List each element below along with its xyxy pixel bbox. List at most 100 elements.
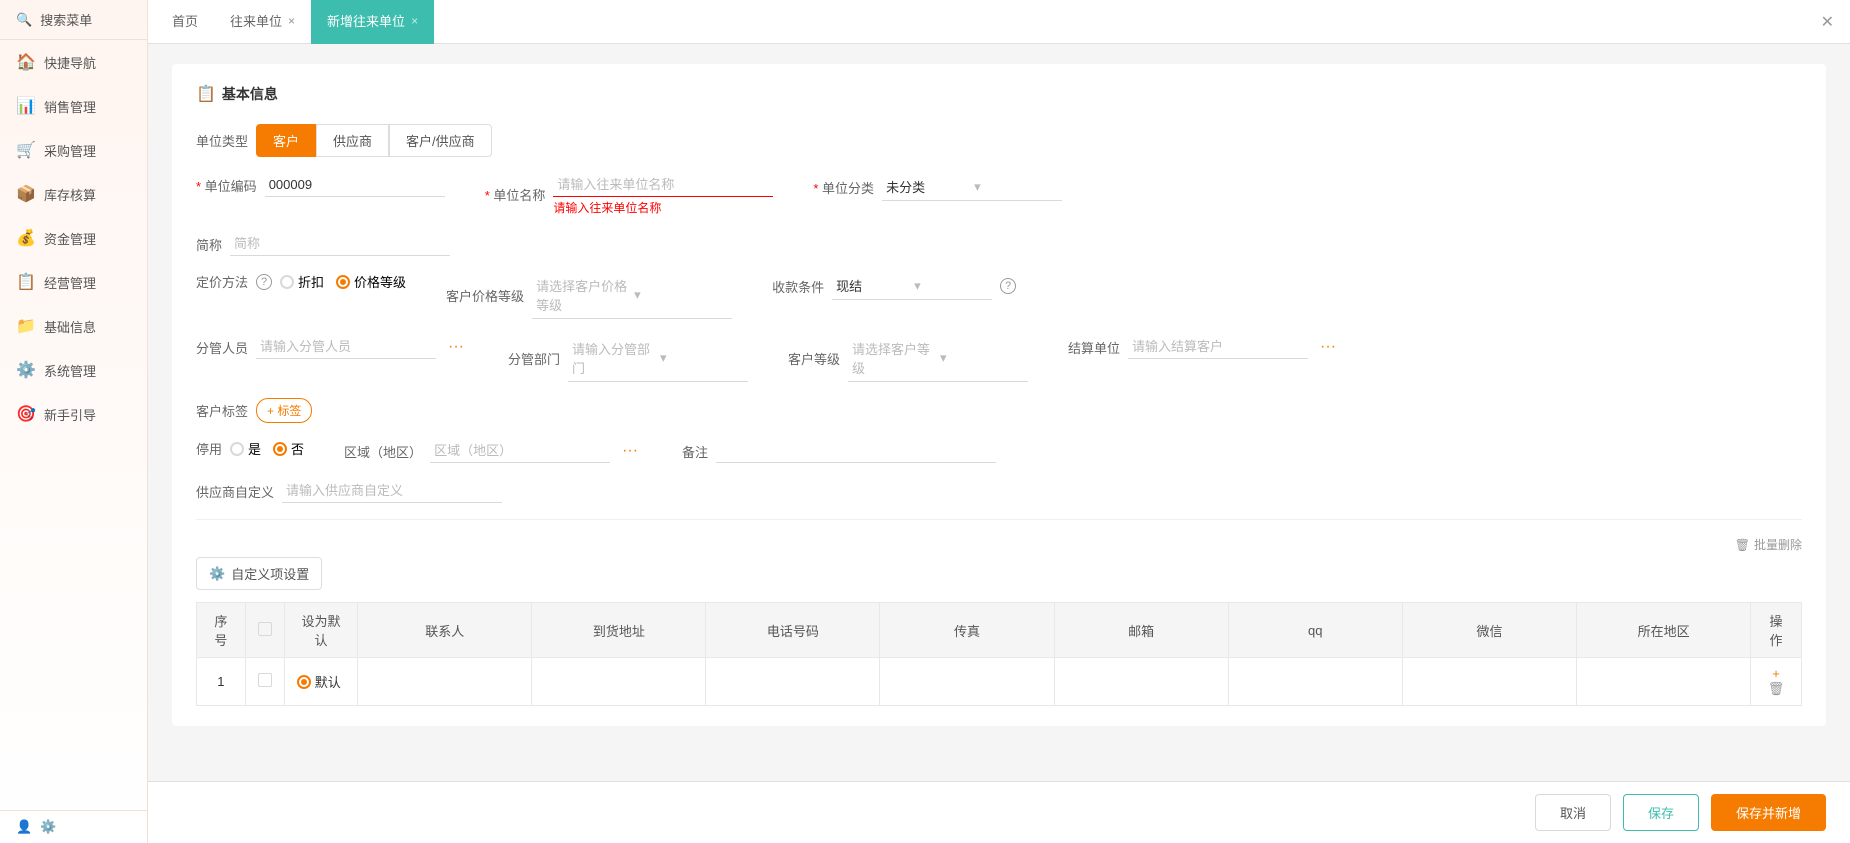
customer-level-select[interactable]: 请选择客户等级 ▾ — [848, 335, 1028, 382]
settlement-unit-input[interactable] — [1128, 335, 1308, 359]
row-fax[interactable] — [880, 658, 1054, 706]
sidebar-item-newbie[interactable]: 🎯新手引导 — [0, 392, 147, 436]
row-wechat[interactable] — [1402, 658, 1576, 706]
payment-condition-select[interactable]: 现结 ▾ — [832, 272, 992, 300]
disabled-yes-radio[interactable]: 是 — [230, 439, 261, 458]
custom-settings-button[interactable]: ⚙️ 自定义项设置 — [196, 557, 322, 590]
pricing-radio-level[interactable]: 价格等级 — [336, 272, 406, 291]
sidebar-item-purchase[interactable]: 🛒采购管理 — [0, 128, 147, 172]
abbr-input[interactable] — [230, 232, 450, 256]
basic-info-section: 📋 基本信息 单位类型 客户 供应商 客户/供应商 单位编码 — [172, 64, 1826, 726]
sidebar-item-finance[interactable]: 💰资金管理 — [0, 216, 147, 260]
type-btn-both[interactable]: 客户/供应商 — [389, 124, 492, 157]
save-and-new-button[interactable]: 保存并新增 — [1711, 794, 1826, 831]
row-phone[interactable] — [706, 658, 880, 706]
row-default: 默认 — [284, 658, 357, 706]
tab-bar: 首页往来单位×新增往来单位× ✕ — [148, 0, 1850, 44]
sidebar-search-label: 搜索菜单 — [40, 10, 92, 29]
table-header-10: 所在地区 — [1577, 603, 1751, 658]
add-tag-button[interactable]: + 标签 — [256, 398, 312, 423]
settings-icon: ⚙️ — [40, 819, 56, 835]
tab-home[interactable]: 首页 — [156, 0, 214, 44]
row-region-input[interactable] — [1589, 674, 1738, 689]
row-select-checkbox[interactable] — [258, 673, 272, 687]
wechat-input[interactable] — [1415, 674, 1564, 689]
save-button[interactable]: 保存 — [1623, 794, 1699, 831]
row-contact[interactable] — [358, 658, 532, 706]
supplier-custom-input[interactable] — [282, 479, 502, 503]
unit-category-select[interactable]: 未分类 ▾ — [882, 173, 1062, 201]
tab-new-partner[interactable]: 新增往来单位× — [311, 0, 434, 44]
type-btn-supplier[interactable]: 供应商 — [316, 124, 389, 157]
address-input[interactable] — [544, 674, 693, 689]
row-region[interactable] — [1577, 658, 1751, 706]
table-header-7: 邮箱 — [1054, 603, 1228, 658]
fax-input[interactable] — [892, 674, 1041, 689]
manager-input[interactable] — [256, 335, 436, 359]
contact-input[interactable] — [370, 674, 519, 689]
customer-tag-row: 客户标签 + 标签 — [196, 398, 1802, 423]
sidebar-item-inventory[interactable]: 📦库存核算 — [0, 172, 147, 216]
sidebar-search[interactable]: 🔍 搜索菜单 — [0, 0, 147, 40]
row-checkbox[interactable] — [245, 658, 284, 706]
qq-input[interactable] — [1241, 674, 1390, 689]
main-area: 首页往来单位×新增往来单位× ✕ 📋 基本信息 单位类型 客户 供应商 客户/供… — [148, 0, 1850, 843]
unit-code-input[interactable] — [265, 173, 445, 197]
batch-delete-area: 🗑 批量删除 — [196, 536, 1802, 553]
region-more-button[interactable]: ··· — [618, 442, 642, 460]
chevron-down-icon-2: ▾ — [634, 287, 728, 303]
sidebar-label-basic-info: 基础信息 — [44, 317, 96, 336]
unit-name-input[interactable] — [553, 173, 773, 197]
row-email[interactable] — [1054, 658, 1228, 706]
no-radio-label: 否 — [291, 439, 304, 458]
select-all-checkbox[interactable] — [258, 622, 272, 636]
customer-price-level-select[interactable]: 请选择客户价格等级 ▾ — [532, 272, 732, 319]
batch-delete-label[interactable]: 批量删除 — [1754, 536, 1802, 553]
sidebar-label-purchase: 采购管理 — [44, 141, 96, 160]
pricing-help-icon[interactable]: ? — [256, 274, 272, 290]
row-address[interactable] — [532, 658, 706, 706]
close-all-tabs-button[interactable]: ✕ — [1813, 8, 1842, 36]
yes-radio-circle — [230, 442, 244, 456]
tab-close-new-partner[interactable]: × — [411, 14, 418, 28]
unit-type-btn-group: 客户 供应商 客户/供应商 — [256, 124, 492, 157]
phone-input[interactable] — [718, 674, 867, 689]
region-input[interactable] — [430, 439, 610, 463]
customer-price-level-label: 客户价格等级 — [446, 286, 524, 305]
delete-row-button[interactable]: 🗑 — [1768, 681, 1785, 696]
disabled-no-radio[interactable]: 否 — [273, 439, 304, 458]
cancel-button[interactable]: 取消 — [1535, 794, 1611, 831]
tab-partners[interactable]: 往来单位× — [214, 0, 311, 44]
sidebar-item-operations[interactable]: 📋经营管理 — [0, 260, 147, 304]
abbr-item: 简称 — [196, 232, 450, 256]
payment-help-icon[interactable]: ? — [1000, 278, 1016, 294]
settlement-unit-label: 结算单位 — [1068, 338, 1120, 357]
table-header-9: 微信 — [1402, 603, 1576, 658]
pricing-radio-discount[interactable]: 折扣 — [280, 272, 324, 291]
sidebar-item-quick-nav[interactable]: 🏠快捷导航 — [0, 40, 147, 84]
section-title-text: 基本信息 — [222, 84, 278, 104]
row-qq[interactable] — [1228, 658, 1402, 706]
supplier-custom-item: 供应商自定义 — [196, 479, 502, 503]
remark-input[interactable] — [716, 439, 996, 463]
unit-code-item: 单位编码 — [196, 173, 445, 197]
sidebar-item-system[interactable]: ⚙️系统管理 — [0, 348, 147, 392]
sidebar-label-quick-nav: 快捷导航 — [44, 53, 96, 72]
sidebar-item-basic-info[interactable]: 📁基础信息 — [0, 304, 147, 348]
customer-tag-label: 客户标签 — [196, 401, 248, 420]
dept-select[interactable]: 请输入分管部门 ▾ — [568, 335, 748, 382]
table-header-8: qq — [1228, 603, 1402, 658]
dept-item: 分管部门 请输入分管部门 ▾ — [508, 335, 748, 382]
manager-more-button[interactable]: ··· — [444, 338, 468, 356]
chevron-down-icon-5: ▾ — [940, 350, 1024, 366]
settlement-more-button[interactable]: ··· — [1316, 338, 1340, 356]
add-row-button[interactable]: + — [1772, 666, 1780, 681]
tab-close-partners[interactable]: × — [288, 14, 295, 28]
sidebar-item-sales[interactable]: 📊销售管理 — [0, 84, 147, 128]
yes-radio-label: 是 — [248, 439, 261, 458]
email-input[interactable] — [1067, 674, 1216, 689]
row-actions: + 🗑 — [1751, 658, 1802, 706]
inventory-icon: 📦 — [16, 184, 36, 204]
type-btn-customer[interactable]: 客户 — [256, 124, 316, 157]
dept-placeholder: 请输入分管部门 — [572, 339, 656, 377]
